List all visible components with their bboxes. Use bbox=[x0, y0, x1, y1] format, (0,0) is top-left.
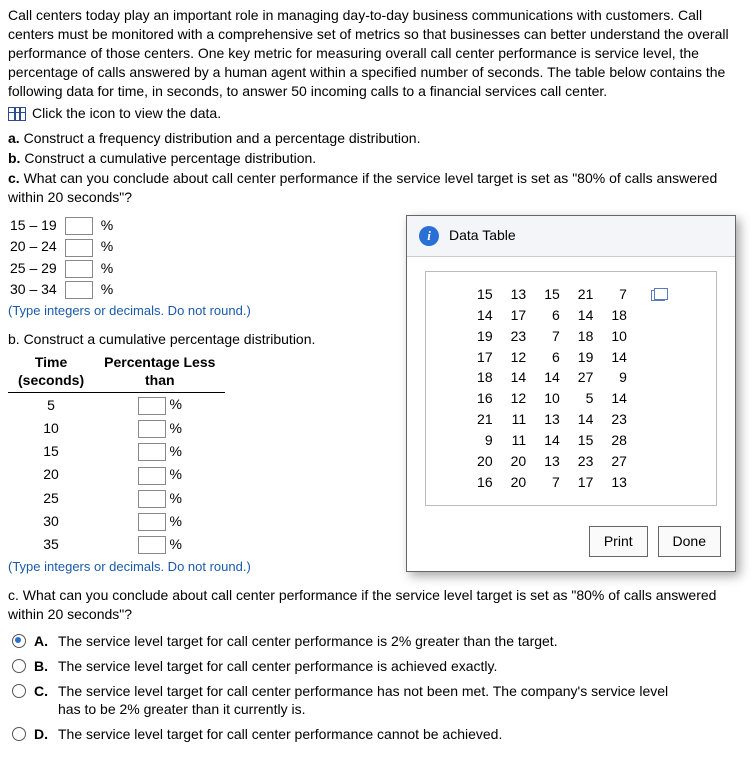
cumulative-table: Time(seconds) Percentage Lessthan 5 % 10… bbox=[8, 351, 225, 557]
cum-head-time: Time(seconds) bbox=[8, 351, 94, 393]
choice-d[interactable]: D.The service level target for call cent… bbox=[8, 725, 744, 744]
cum-input[interactable] bbox=[138, 467, 166, 485]
intro-paragraph: Call centers today play an important rol… bbox=[8, 6, 744, 100]
radio-icon[interactable] bbox=[12, 684, 26, 698]
cum-head-pct: Percentage Lessthan bbox=[94, 351, 225, 393]
table-row: 25 % bbox=[8, 487, 225, 510]
part-c-text: What can you conclude about call center … bbox=[8, 170, 717, 205]
radio-icon[interactable] bbox=[12, 659, 26, 673]
popup-title: Data Table bbox=[449, 226, 516, 245]
data-table-popup: i Data Table 151315217 141761418 1923718… bbox=[406, 215, 736, 572]
radio-icon[interactable] bbox=[12, 634, 26, 648]
part-b-text: Construct a cumulative percentage distri… bbox=[24, 150, 316, 166]
choice-a[interactable]: A.The service level target for call cent… bbox=[8, 632, 744, 651]
multiple-choice: A.The service level target for call cent… bbox=[8, 632, 744, 744]
data-grid: 151315217 141761418 192371810 171261914 … bbox=[425, 271, 717, 506]
cum-input[interactable] bbox=[138, 420, 166, 438]
table-icon bbox=[8, 107, 26, 121]
freq-input[interactable] bbox=[65, 239, 93, 257]
cum-input[interactable] bbox=[138, 536, 166, 554]
table-row: 20 % bbox=[8, 463, 225, 486]
table-row: 30 – 34 % bbox=[8, 279, 119, 300]
copy-icon[interactable] bbox=[651, 290, 665, 301]
table-row: 35 % bbox=[8, 533, 225, 556]
table-row: 30 % bbox=[8, 510, 225, 533]
table-row: 25 – 29 % bbox=[8, 258, 119, 279]
popup-header: i Data Table bbox=[407, 216, 735, 257]
view-data-text: Click the icon to view the data. bbox=[32, 104, 221, 123]
section-c-lead: c. What can you conclude about call cent… bbox=[8, 586, 744, 624]
info-icon: i bbox=[419, 226, 439, 246]
cum-input[interactable] bbox=[138, 397, 166, 415]
cum-input[interactable] bbox=[138, 443, 166, 461]
question-list: a. Construct a frequency distribution an… bbox=[8, 129, 744, 207]
part-a-text: Construct a frequency distribution and a… bbox=[24, 130, 421, 146]
hint-b: (Type integers or decimals. Do not round… bbox=[8, 558, 418, 576]
freq-input[interactable] bbox=[65, 217, 93, 235]
freq-input[interactable] bbox=[65, 260, 93, 278]
table-row: 20 – 24 % bbox=[8, 236, 119, 257]
table-row: 15 % bbox=[8, 440, 225, 463]
table-row: 5 % bbox=[8, 393, 225, 417]
done-button[interactable]: Done bbox=[658, 526, 721, 557]
freq-input[interactable] bbox=[65, 281, 93, 299]
cum-input[interactable] bbox=[138, 513, 166, 531]
frequency-table: 15 – 19 % 20 – 24 % 25 – 29 % 30 – 34 % bbox=[8, 215, 119, 300]
choice-b[interactable]: B.The service level target for call cent… bbox=[8, 657, 744, 676]
table-row: 15 – 19 % bbox=[8, 215, 119, 236]
table-row: 10 % bbox=[8, 417, 225, 440]
print-button[interactable]: Print bbox=[589, 526, 648, 557]
hint-a: (Type integers or decimals. Do not round… bbox=[8, 302, 418, 320]
section-b-lead: b. Construct a cumulative percentage dis… bbox=[8, 330, 418, 349]
view-data-row[interactable]: Click the icon to view the data. bbox=[8, 104, 744, 123]
radio-icon[interactable] bbox=[12, 727, 26, 741]
cum-input[interactable] bbox=[138, 490, 166, 508]
choice-c[interactable]: C.The service level target for call cent… bbox=[8, 682, 744, 720]
